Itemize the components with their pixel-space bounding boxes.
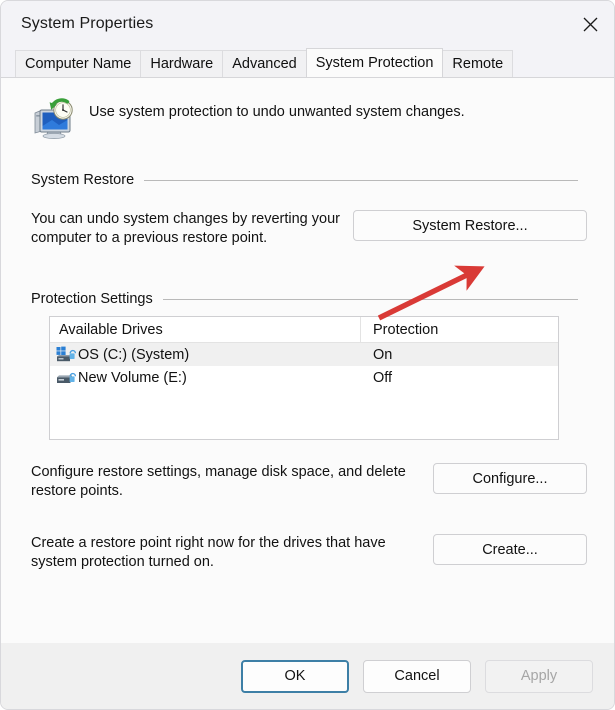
tab-advanced[interactable]: Advanced <box>222 50 307 77</box>
system-restore-row: You can undo system changes by reverting… <box>1 210 614 248</box>
create-description: Create a restore point right now for the… <box>31 534 433 572</box>
window-title: System Properties <box>1 15 153 33</box>
system-restore-group-label: System Restore <box>31 172 144 188</box>
column-header-protection: Protection <box>361 322 558 338</box>
tab-hardware[interactable]: Hardware <box>140 50 223 77</box>
protection-settings-group-label: Protection Settings <box>31 291 163 307</box>
configure-row: Configure restore settings, manage disk … <box>1 463 614 501</box>
system-restore-computer-clock-icon <box>31 96 75 140</box>
drive-name-label: OS (C:) (System) <box>78 347 189 363</box>
tab-strip: Computer Name Hardware Advanced System P… <box>1 47 614 77</box>
close-icon[interactable] <box>566 1 614 47</box>
tab-computer-name[interactable]: Computer Name <box>15 50 141 77</box>
table-header-row: Available Drives Protection <box>50 317 558 343</box>
tab-system-protection[interactable]: System Protection <box>306 48 444 77</box>
available-drives-table[interactable]: Available Drives Protection <box>49 316 559 440</box>
protection-settings-group-header: Protection Settings <box>1 291 614 307</box>
system-properties-dialog: System Properties Computer Name Hardware… <box>0 0 615 710</box>
drive-name-cell: OS (C:) (System) <box>50 346 361 363</box>
system-protection-panel: Use system protection to undo unwanted s… <box>1 77 614 643</box>
configure-button[interactable]: Configure... <box>433 463 587 494</box>
table-row[interactable]: New Volume (E:) Off <box>50 366 558 389</box>
cancel-button[interactable]: Cancel <box>363 660 471 693</box>
configure-description: Configure restore settings, manage disk … <box>31 463 433 501</box>
hard-drive-icon <box>56 369 76 386</box>
ok-button[interactable]: OK <box>241 660 349 693</box>
group-divider <box>163 299 578 300</box>
dialog-footer: OK Cancel Apply <box>1 643 614 709</box>
drive-name-label: New Volume (E:) <box>78 370 187 386</box>
group-divider <box>144 180 578 181</box>
system-restore-group-header: System Restore <box>1 172 614 188</box>
title-bar: System Properties <box>1 1 614 47</box>
drive-protection-status: On <box>361 347 558 363</box>
create-row: Create a restore point right now for the… <box>1 534 614 572</box>
system-restore-button[interactable]: System Restore... <box>353 210 587 241</box>
system-restore-description: You can undo system changes by reverting… <box>31 210 353 248</box>
drive-name-cell: New Volume (E:) <box>50 369 361 386</box>
intro-text: Use system protection to undo unwanted s… <box>89 104 465 120</box>
windows-os-drive-icon <box>56 346 76 363</box>
apply-button: Apply <box>485 660 593 693</box>
create-button[interactable]: Create... <box>433 534 587 565</box>
tab-remote[interactable]: Remote <box>442 50 513 77</box>
column-header-available-drives: Available Drives <box>50 322 361 338</box>
drive-protection-status: Off <box>361 370 558 386</box>
column-separator <box>360 317 361 342</box>
intro-row: Use system protection to undo unwanted s… <box>1 78 614 140</box>
table-row[interactable]: OS (C:) (System) On <box>50 343 558 366</box>
